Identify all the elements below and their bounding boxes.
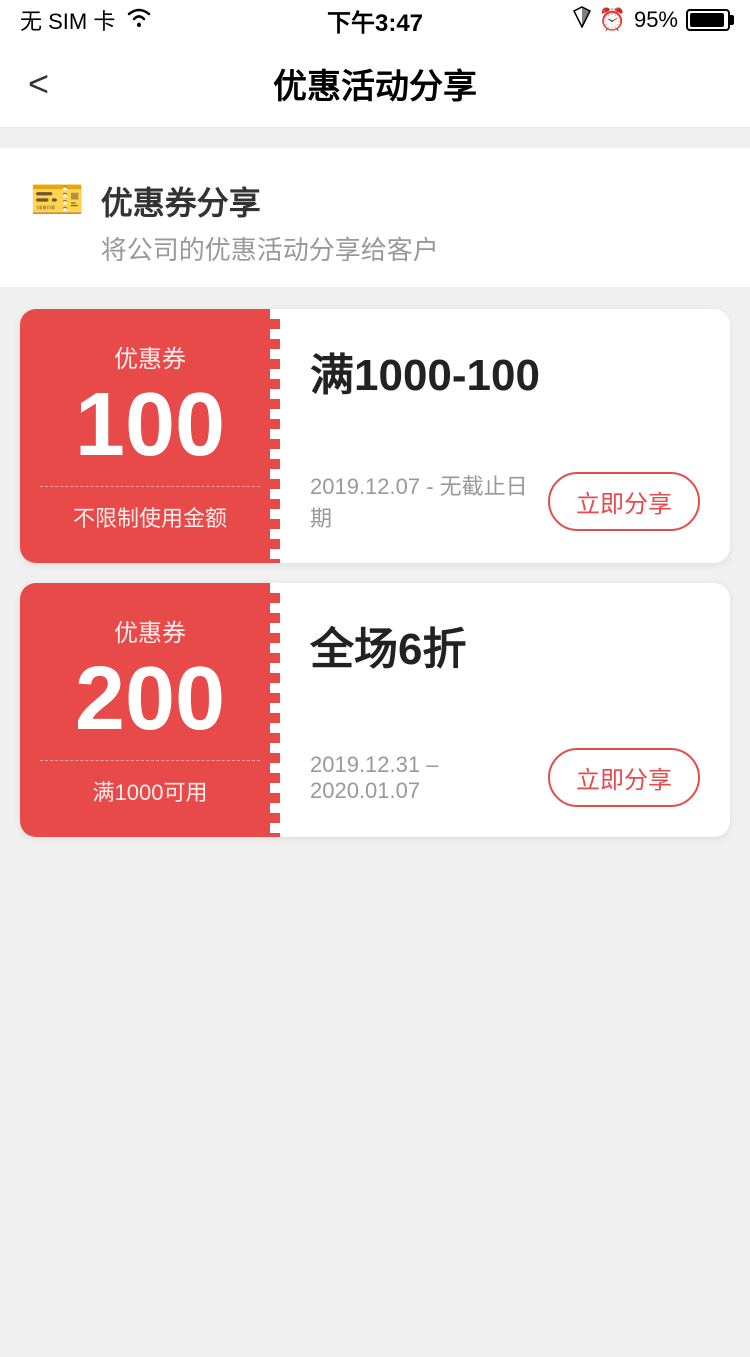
coupon-divider-1 [40,486,260,487]
status-time: 下午3:47 [327,3,423,38]
coupon-divider-2 [40,760,260,761]
wifi-icon [125,6,153,34]
coupon-left-1: 优惠券 100 不限制使用金额 [20,309,280,563]
coupon-date-2: 2019.12.31 – 2020.01.07 [310,752,532,804]
coupon-right-1: 满1000-100 2019.12.07 - 无截止日期 立即分享 [280,309,730,563]
section-subtitle: 将公司的优惠活动分享给客户 [101,230,439,267]
share-button-2[interactable]: 立即分享 [548,748,700,807]
coupon-left-2: 优惠券 200 满1000可用 [20,583,280,837]
sim-label: 无 SIM 卡 [20,4,115,36]
coupon-title-1: 满1000-100 [310,339,700,403]
bottom-area [0,857,750,1357]
coupon-condition-1: 不限制使用金额 [73,501,227,533]
status-left: 无 SIM 卡 [20,4,153,36]
coupon-amount-1: 100 [75,380,225,470]
battery-fill [690,13,724,27]
coupon-title-2: 全场6折 [310,613,700,677]
coupon-date-1: 2019.12.07 - 无截止日期 [310,469,532,533]
back-button[interactable]: < [28,63,49,105]
nav-title: 优惠活动分享 [273,59,477,108]
coupon-condition-2: 满1000可用 [93,775,208,807]
alarm-icon: ⏰ [599,7,626,33]
coupon-type-2: 优惠券 [114,613,186,648]
coupon-card-2: 优惠券 200 满1000可用 全场6折 2019.12.31 – 2020.0… [20,583,730,837]
nav-bar: < 优惠活动分享 [0,40,750,128]
status-right: ⏰ 95% [573,6,730,34]
section-title: 优惠券分享 [101,178,439,224]
coupon-bottom-2: 2019.12.31 – 2020.01.07 立即分享 [310,748,700,807]
section-text: 优惠券分享 将公司的优惠活动分享给客户 [101,178,439,267]
coupon-list: 优惠券 100 不限制使用金额 满1000-100 2019.12.07 - 无… [0,289,750,857]
coupon-right-2: 全场6折 2019.12.31 – 2020.01.07 立即分享 [280,583,730,837]
coupon-amount-2: 200 [75,654,225,744]
coupon-type-1: 优惠券 [114,339,186,374]
battery-percent: 95% [634,7,678,33]
location-icon [573,6,591,34]
battery-icon [686,9,730,31]
status-bar: 无 SIM 卡 下午3:47 ⏰ 95% [0,0,750,40]
coupon-section-icon: 🎫 [30,178,85,222]
coupon-card-1: 优惠券 100 不限制使用金额 满1000-100 2019.12.07 - 无… [20,309,730,563]
share-button-1[interactable]: 立即分享 [548,472,700,531]
coupon-bottom-1: 2019.12.07 - 无截止日期 立即分享 [310,469,700,533]
section-header: 🎫 优惠券分享 将公司的优惠活动分享给客户 [0,148,750,287]
